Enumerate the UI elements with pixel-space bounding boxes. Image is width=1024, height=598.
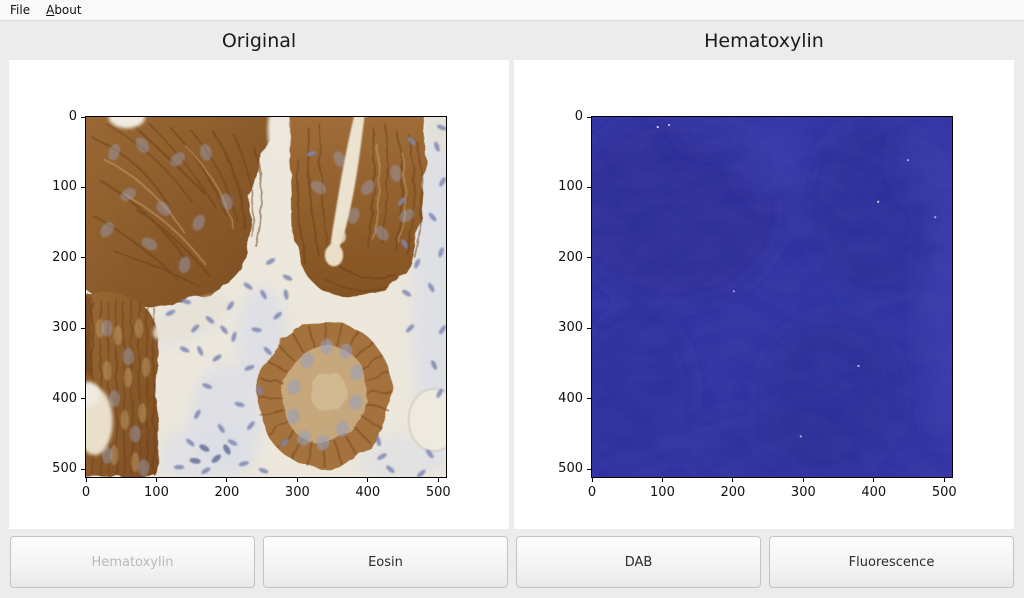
y-tick-mark	[81, 257, 85, 259]
y-tick-label: 500	[558, 461, 583, 477]
y-tick-label: 100	[558, 179, 583, 195]
plot-title-hematoxylin: Hematoxylin	[704, 30, 824, 52]
hematoxylin-button: Hematoxylin	[10, 536, 255, 588]
x-tick-mark	[943, 478, 945, 482]
x-tick-mark	[591, 478, 593, 482]
x-tick-mark	[873, 478, 875, 482]
x-tick-label: 400	[355, 485, 381, 500]
y-tick-label: 0	[68, 109, 77, 124]
x-tick-label: 400	[861, 485, 887, 500]
hematoxylin-channel-art	[592, 117, 952, 477]
y-tick-mark	[81, 116, 85, 118]
y-tick-label: 300	[52, 320, 77, 336]
y-tick-mark	[587, 186, 591, 188]
menu-item-about[interactable]: About	[38, 1, 90, 19]
x-tick-mark	[437, 478, 439, 482]
y-tick-mark	[587, 398, 591, 400]
y-tick-label: 200	[52, 249, 77, 265]
original-histology-art	[86, 117, 446, 477]
x-tick-mark	[85, 478, 87, 482]
x-tick-mark	[661, 478, 663, 482]
fluorescence-button[interactable]: Fluorescence	[769, 536, 1014, 588]
y-tick-mark	[587, 116, 591, 118]
original-image: 0 100 200 300 400 500 0 100 200 300 400 500	[52, 109, 450, 500]
x-tick-mark	[226, 478, 228, 482]
y-tick-mark	[81, 186, 85, 188]
hematoxylin-image: 0 100 200 300 400 500 0 100 200 300 400 500	[558, 109, 956, 500]
y-tick-mark	[81, 327, 85, 329]
y-tick-label: 400	[52, 390, 77, 406]
y-tick-label: 400	[558, 390, 583, 406]
x-tick-mark	[802, 478, 804, 482]
x-tick-mark	[296, 478, 298, 482]
x-tick-mark	[367, 478, 369, 482]
x-tick-label: 0	[81, 485, 91, 500]
y-tick-label: 0	[574, 109, 583, 124]
x-tick-label: 200	[214, 485, 240, 500]
x-tick-label: 100	[144, 485, 169, 500]
x-tick-label: 500	[931, 485, 957, 500]
y-tick-mark	[587, 257, 591, 259]
x-tick-label: 0	[587, 485, 597, 500]
y-tick-label: 100	[52, 179, 77, 195]
y-tick-label: 300	[558, 320, 583, 336]
x-tick-label: 300	[790, 485, 816, 500]
y-tick-mark	[587, 468, 591, 470]
x-tick-label: 500	[425, 485, 451, 500]
x-tick-label: 200	[720, 485, 746, 500]
y-tick-mark	[81, 398, 85, 400]
y-tick-label: 200	[558, 249, 583, 265]
menu-item-file[interactable]: File	[2, 1, 38, 19]
y-tick-label: 500	[52, 461, 77, 477]
eosin-button[interactable]: Eosin	[263, 536, 508, 588]
menu-bar: File About	[0, 0, 1024, 21]
x-tick-label: 300	[284, 485, 310, 500]
plot-title-original: Original	[221, 30, 297, 52]
x-tick-mark	[732, 478, 734, 482]
y-tick-mark	[587, 327, 591, 329]
x-tick-label: 100	[650, 485, 675, 500]
y-tick-mark	[81, 468, 85, 470]
x-tick-mark	[155, 478, 157, 482]
stain-button-row: Hematoxylin Eosin DAB Fluorescence	[10, 536, 1014, 588]
dab-button[interactable]: DAB	[516, 536, 761, 588]
